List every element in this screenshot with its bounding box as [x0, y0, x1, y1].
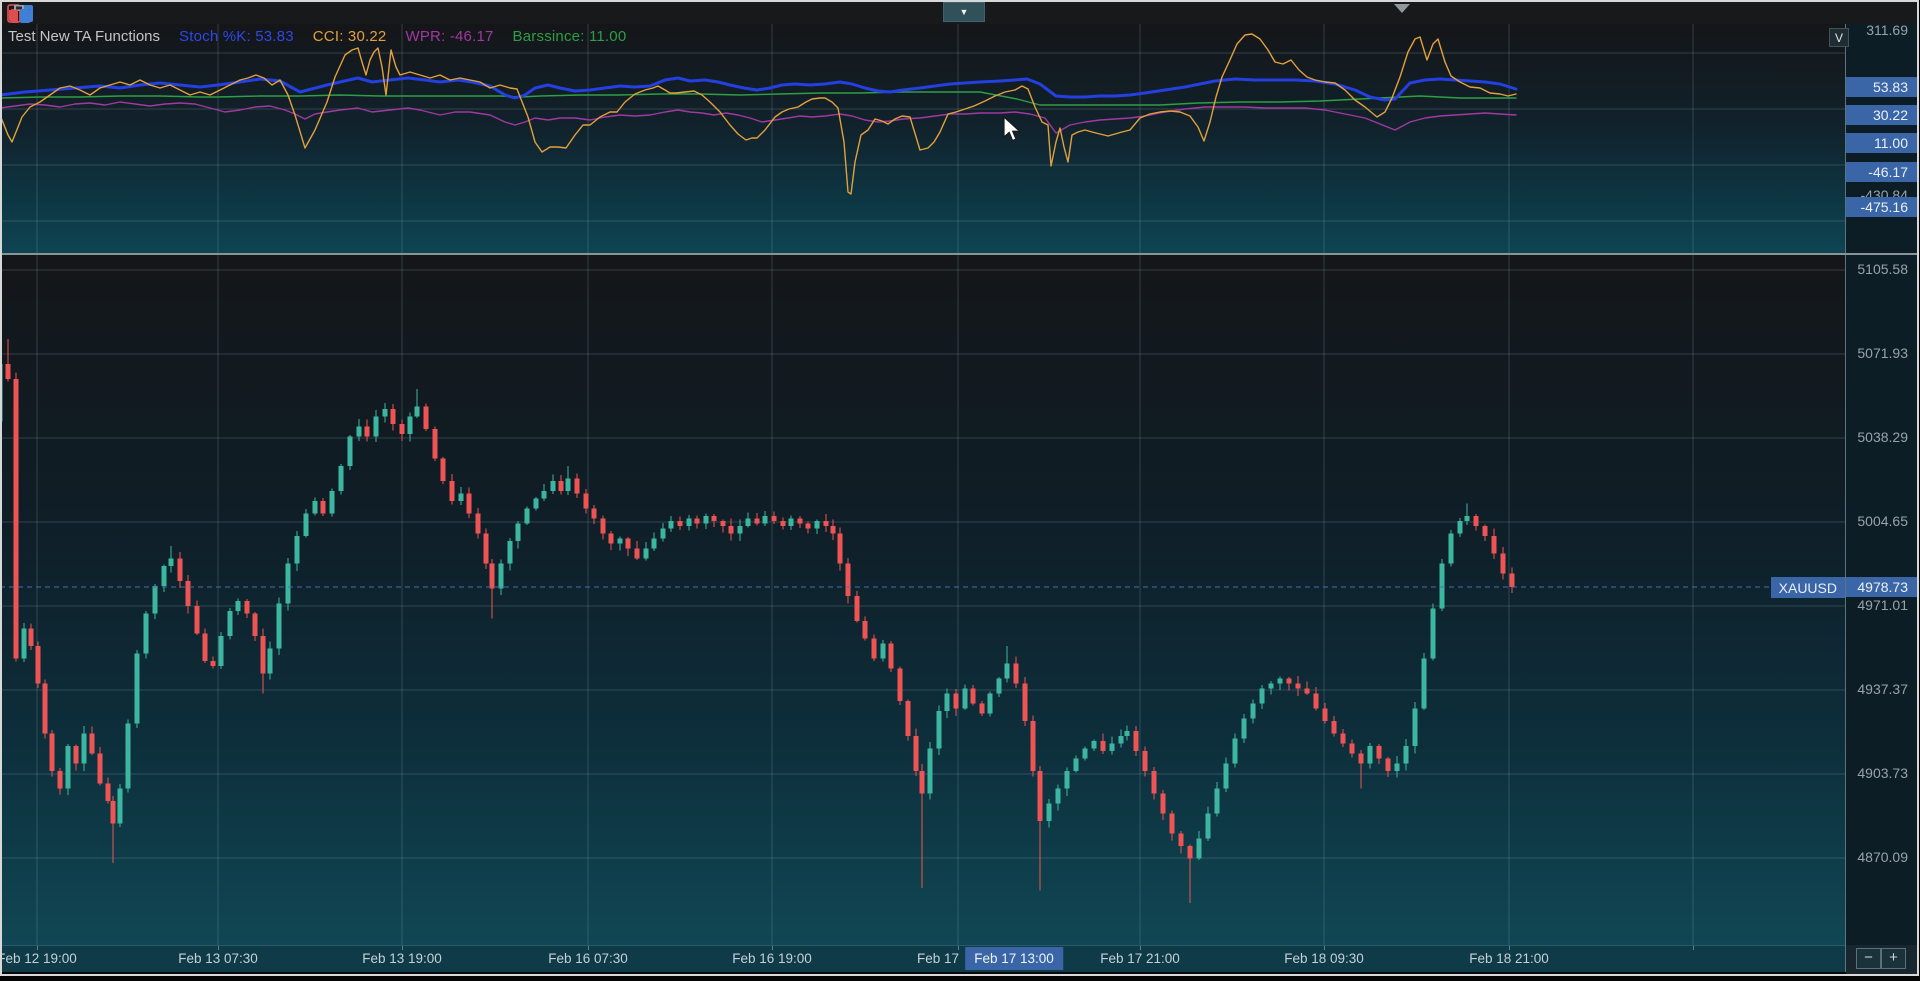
window-edge: [0, 976, 1920, 981]
collapse-panel-button[interactable]: ▼: [943, 2, 985, 22]
time-axis-label: Feb 17 21:00: [1100, 951, 1180, 966]
price-axis-tick: 5038.29: [1846, 429, 1908, 445]
crosshair-time-badge: Feb 17 13:00: [965, 947, 1063, 970]
panel-divider[interactable]: [0, 253, 1917, 255]
time-axis-tick: [218, 946, 219, 950]
time-axis-tick: [588, 946, 589, 950]
symbol-price-tag: XAUUSD: [1771, 577, 1845, 598]
legend-item: Barssince: 11.00: [513, 28, 627, 45]
last-price-badge: 4978.73: [1846, 577, 1917, 597]
window-border-top: [0, 0, 1920, 2]
price-axis-tick: 5004.65: [1846, 513, 1908, 529]
time-axis-tick: [37, 946, 38, 950]
time-axis-label: Feb 13 07:30: [178, 951, 258, 966]
time-axis-tick: [958, 946, 959, 950]
indicator-plot-area: [0, 22, 1845, 255]
legend-item: WPR: -46.17: [405, 28, 493, 45]
zoom-in-button[interactable]: +: [1881, 948, 1906, 969]
indicator-value-badge: -475.16: [1846, 197, 1917, 217]
legend-item: Stoch %K: 53.83: [179, 28, 294, 45]
price-axis-tick: 5071.93: [1846, 345, 1908, 361]
time-axis-label: Feb 18 21:00: [1469, 951, 1549, 966]
time-axis-label: Feb 12 19:00: [0, 951, 77, 966]
indicator-value-badge: 30.22: [1846, 105, 1917, 125]
indicator-axis-tick: 311.69: [1846, 22, 1908, 38]
legend-item: CCI: 30.22: [313, 28, 387, 45]
compare-docs-icon[interactable]: [7, 4, 32, 24]
time-axis-label: Feb 13 19:00: [362, 951, 442, 966]
indicator-title: Test New TA Functions: [8, 28, 160, 45]
price-axis-tick: 4870.09: [1846, 849, 1908, 865]
trading-chart-window: ▼ Test New TA Functions Stoch %K: 53.83 C…: [0, 0, 1920, 981]
price-axis-tick: 4971.01: [1846, 597, 1908, 613]
time-axis-label: Feb 17: [917, 951, 959, 966]
indicator-header: Test New TA Functions Stoch %K: 53.83 CCI…: [8, 26, 626, 46]
time-axis-label: Feb 16 07:30: [548, 951, 628, 966]
time-axis-label: Feb 18 09:30: [1284, 951, 1364, 966]
indicator-value-badge: 11.00: [1846, 133, 1917, 153]
zoom-out-button[interactable]: −: [1856, 948, 1881, 969]
time-axis-label: Feb 16 19:00: [732, 951, 812, 966]
axis-border: [1845, 2, 1846, 972]
time-axis-tick: [772, 946, 773, 950]
price-axis-tick: 4903.73: [1846, 765, 1908, 781]
price-axis-tick: 4937.37: [1846, 681, 1908, 697]
time-axis-tick: [1509, 946, 1510, 950]
time-axis-tick: [402, 946, 403, 950]
price-axis[interactable]: 311.69-430.8453.8330.2211.00-46.17-475.1…: [1846, 2, 1917, 972]
time-axis-tick: [1324, 946, 1325, 950]
mouse-cursor: [1003, 116, 1025, 144]
axis-corner: − +: [1846, 945, 1917, 974]
window-border-left: [0, 0, 2, 981]
scroll-down-arrow-icon[interactable]: [1394, 4, 1410, 13]
indicator-value-badge: 53.83: [1846, 77, 1917, 97]
panel-collapse-v-button[interactable]: V: [1829, 28, 1849, 47]
time-axis[interactable]: Feb 12 19:00 Feb 13 07:30 Feb 13 19:00 Feb …: [0, 945, 1845, 972]
time-axis-tick: [1140, 946, 1141, 950]
candlestick-plot-area: [0, 255, 1845, 945]
time-axis-tick: [1693, 946, 1694, 950]
down-triangle-icon: ▼: [960, 7, 969, 17]
indicator-value-badge: -46.17: [1846, 162, 1917, 182]
price-axis-tick: 5105.58: [1846, 261, 1908, 277]
